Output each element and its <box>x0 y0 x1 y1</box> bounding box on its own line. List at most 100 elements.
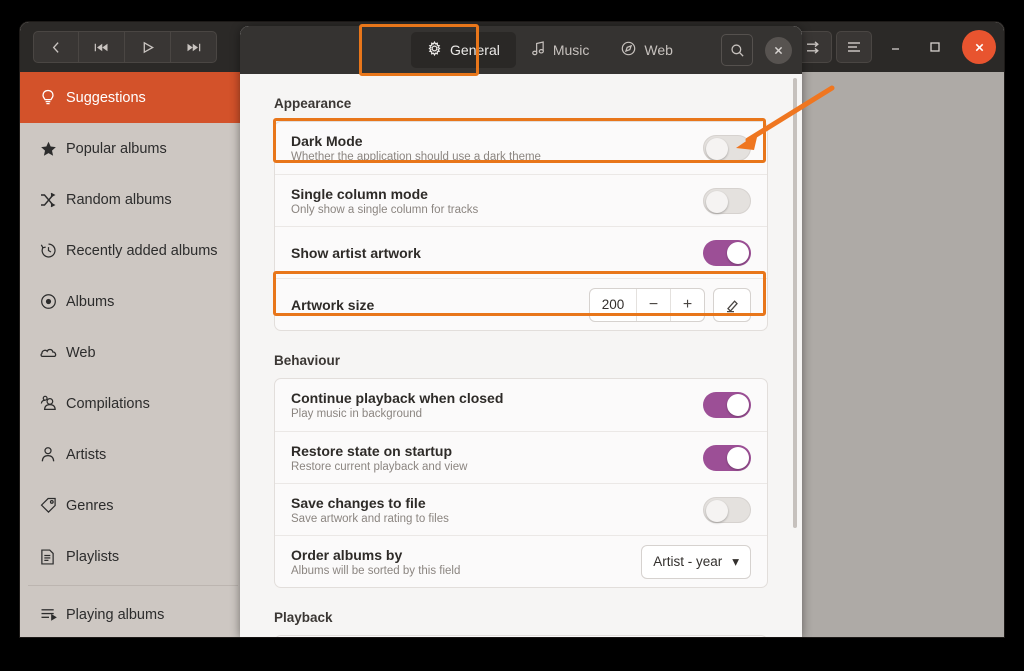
sidebar-item-random-albums[interactable]: Random albums <box>20 174 246 225</box>
sidebar-item-albums[interactable]: Albums <box>20 276 246 327</box>
artwork-size-increment-button[interactable]: + <box>670 288 704 321</box>
row-title: Restore state on startup <box>291 442 453 459</box>
dark-mode-toggle[interactable] <box>703 135 751 161</box>
eraser-icon[interactable] <box>713 287 751 322</box>
row-texts: Dark Mode Whether the application should… <box>291 133 703 163</box>
tab-label: Music <box>552 42 590 58</box>
preferences-body: Appearance Dark Mode Whether the applica… <box>240 74 802 637</box>
search-icon[interactable] <box>721 34 753 66</box>
row-subtitle: Play music in background <box>291 408 423 420</box>
back-button[interactable] <box>33 31 79 63</box>
sidebar-item-suggestions[interactable]: Suggestions <box>20 72 246 123</box>
sidebar-item-popular-albums[interactable]: Popular albums <box>20 123 246 174</box>
playback-card: Enable transitions <box>274 635 768 637</box>
row-single-column-mode[interactable]: Single column mode Only show a single co… <box>275 174 767 226</box>
single-column-mode-toggle[interactable] <box>703 187 751 214</box>
cloud-icon <box>40 346 66 360</box>
row-continue-playback[interactable]: Continue playback when closed Play music… <box>275 379 767 431</box>
continue-playback-toggle[interactable] <box>703 392 751 418</box>
row-title: Continue playback when closed <box>291 390 504 406</box>
preferences-dialog: General Music Web Appearance Dark Mode W… <box>240 26 802 637</box>
row-subtitle: Only show a single column for tracks <box>291 203 479 216</box>
artwork-size-value[interactable]: 200 <box>590 297 636 312</box>
maximize-button[interactable] <box>918 30 952 64</box>
row-show-artist-artwork[interactable]: Show artist artwork <box>275 226 767 278</box>
section-title-playback: Playback <box>274 610 333 625</box>
row-dark-mode[interactable]: Dark Mode Whether the application should… <box>275 122 767 174</box>
row-texts: Save changes to file Save artwork and ra… <box>291 495 703 525</box>
restore-state-toggle[interactable] <box>703 444 751 471</box>
row-subtitle: Restore current playback and view <box>291 460 468 473</box>
row-texts: Show artist artwork <box>291 245 703 261</box>
row-texts: Order albums by Albums will be sorted by… <box>291 547 641 577</box>
row-title: Order albums by <box>291 546 403 563</box>
people-icon <box>40 395 66 412</box>
tab-music[interactable]: Music <box>516 32 606 68</box>
preferences-header-actions <box>721 34 792 66</box>
tab-web[interactable]: Web <box>605 32 689 68</box>
sidebar-item-recently-added-albums[interactable]: Recently added albums <box>20 225 246 276</box>
next-track-button[interactable] <box>171 31 217 63</box>
row-title: Save changes to file <box>291 494 426 511</box>
sidebar: Suggestions Popular albums Random albums <box>20 72 246 637</box>
row-texts: Single column mode Only show a single co… <box>291 186 703 216</box>
row-enable-transitions[interactable]: Enable transitions <box>275 636 767 637</box>
document-icon <box>40 548 66 566</box>
toggle-knob <box>706 499 728 522</box>
shuffle-icon <box>40 192 66 208</box>
toggle-knob <box>727 394 749 416</box>
sidebar-item-playlists[interactable]: Playlists <box>20 531 246 582</box>
tag-icon <box>40 497 66 514</box>
sidebar-item-playing-albums[interactable]: Playing albums <box>20 589 246 637</box>
show-artist-artwork-toggle[interactable] <box>703 239 751 266</box>
row-artwork-size[interactable]: Artwork size 200 − + <box>275 278 767 330</box>
save-changes-to-file-toggle[interactable] <box>703 496 751 523</box>
tab-general[interactable]: General <box>411 32 516 68</box>
close-preferences-button[interactable] <box>765 36 792 64</box>
row-subtitle: Albums will be sorted by this field <box>291 564 461 577</box>
play-button[interactable] <box>125 31 171 63</box>
close-window-button[interactable] <box>962 30 996 64</box>
clock-icon <box>40 242 66 259</box>
lightbulb-icon <box>40 89 66 107</box>
sidebar-item-label: Random albums <box>66 191 172 208</box>
section-title-behaviour: Behaviour <box>274 353 341 368</box>
sidebar-item-label: Artists <box>66 446 107 463</box>
row-texts: Continue playback when closed Play music… <box>291 390 703 420</box>
sidebar-item-compilations[interactable]: Compilations <box>20 378 246 429</box>
sidebar-item-genres[interactable]: Genres <box>20 480 246 531</box>
toggle-knob <box>727 241 749 264</box>
gear-icon <box>427 40 442 59</box>
row-save-changes-to-file[interactable]: Save changes to file Save artwork and ra… <box>275 483 767 535</box>
row-subtitle: Whether the application should use a dar… <box>291 151 541 163</box>
sidebar-item-label: Genres <box>66 497 114 514</box>
order-albums-by-dropdown[interactable]: Artist - year ▾ <box>641 544 751 579</box>
menu-icon[interactable] <box>836 31 872 63</box>
compass-icon <box>621 41 636 59</box>
appearance-card: Dark Mode Whether the application should… <box>274 121 768 331</box>
row-title: Show artist artwork <box>291 244 421 261</box>
sidebar-item-artists[interactable]: Artists <box>20 429 246 480</box>
preferences-header: General Music Web <box>240 26 802 74</box>
artwork-size-stepper[interactable]: 200 − + <box>589 287 705 322</box>
sidebar-item-label: Suggestions <box>66 89 146 106</box>
chevron-down-icon: ▾ <box>732 553 739 569</box>
toggle-knob <box>706 138 728 160</box>
sidebar-item-label: Playlists <box>66 548 120 565</box>
sidebar-item-web[interactable]: Web <box>20 327 246 378</box>
previous-track-button[interactable] <box>79 31 125 63</box>
behaviour-card: Continue playback when closed Play music… <box>274 378 768 588</box>
preferences-scrollbar[interactable] <box>793 78 797 528</box>
sidebar-item-label: Recently added albums <box>66 242 218 259</box>
artwork-size-decrement-button[interactable]: − <box>636 288 670 321</box>
row-order-albums-by[interactable]: Order albums by Albums will be sorted by… <box>275 535 767 587</box>
sidebar-item-label: Albums <box>66 293 115 310</box>
row-restore-state[interactable]: Restore state on startup Restore current… <box>275 431 767 483</box>
minimize-button[interactable] <box>878 30 912 64</box>
star-icon <box>40 141 66 157</box>
sidebar-separator <box>28 585 238 586</box>
row-texts: Restore state on startup Restore current… <box>291 443 703 473</box>
preferences-tabs: General Music Web <box>353 32 689 68</box>
sidebar-item-label: Playing albums <box>66 606 165 623</box>
toggle-knob <box>706 190 728 213</box>
